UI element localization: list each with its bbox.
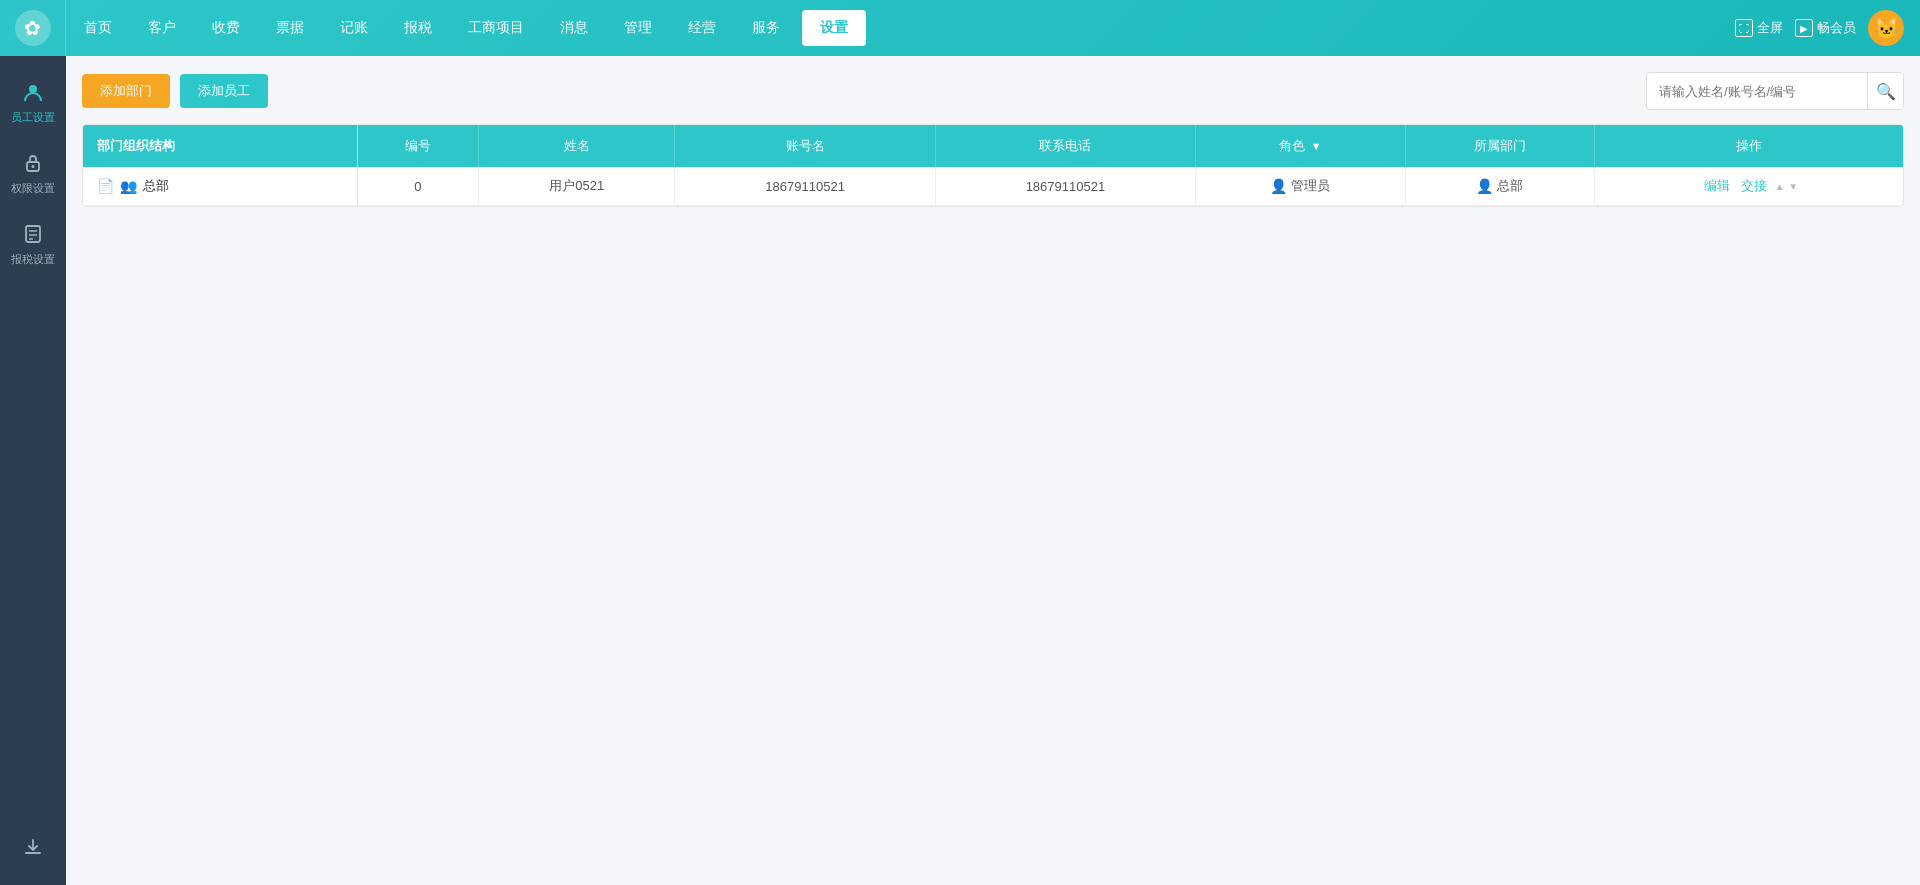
toolbar: 添加部门 添加员工 🔍 [82, 72, 1904, 110]
table-area: 部门组织结构 📄 👥 总部 编号 姓名 账号名 联系电话 [82, 124, 1904, 207]
role-user-icon: 👤 [1270, 178, 1287, 194]
col-ops: 操作 [1594, 125, 1903, 167]
employee-icon [19, 78, 47, 106]
nav-item-消息[interactable]: 消息 [542, 0, 606, 56]
sidebar-item-tax[interactable]: 报税设置 [0, 208, 66, 279]
role-value: 管理员 [1291, 177, 1330, 195]
nav-item-设置[interactable]: 设置 [802, 10, 866, 46]
row-scroll-up[interactable]: ▲ [1775, 181, 1785, 192]
logo-icon: ✿ [15, 10, 51, 46]
sidebar-item-employee[interactable]: 员工设置 [0, 66, 66, 137]
vip-icon: ▶ [1795, 19, 1813, 37]
dept-user-icon2: 👤 [1476, 178, 1493, 194]
nav-item-工商项目[interactable]: 工商项目 [450, 0, 542, 56]
table-header-row: 编号 姓名 账号名 联系电话 角色 ▼ 所属部门 操作 [358, 125, 1903, 167]
nav-item-报税[interactable]: 报税 [386, 0, 450, 56]
logo-area: ✿ [0, 0, 66, 56]
col-name: 姓名 [478, 125, 675, 167]
sidebar-employee-label: 员工设置 [11, 110, 55, 125]
nav-item-经营[interactable]: 经营 [670, 0, 734, 56]
nav-item-管理[interactable]: 管理 [606, 0, 670, 56]
dept-tree-item[interactable]: 📄 👥 总部 [83, 167, 357, 206]
col-role[interactable]: 角色 ▼ [1196, 125, 1406, 167]
download-icon [19, 833, 47, 861]
vip-button[interactable]: ▶ 畅会员 [1795, 19, 1856, 37]
fullscreen-icon: ⛶ [1735, 19, 1753, 37]
svg-point-2 [32, 165, 35, 168]
dept-value: 总部 [1497, 177, 1523, 195]
col-id: 编号 [358, 125, 478, 167]
top-nav: ✿ 首页客户收费票据记账报税工商项目消息管理经营服务设置 ⛶ 全屏 ▶ 畅会员 … [0, 0, 1920, 56]
logo-leaf: ✿ [24, 16, 41, 40]
sidebar-bottom [0, 821, 66, 873]
col-phone: 联系电话 [935, 125, 1195, 167]
nav-item-收费[interactable]: 收费 [194, 0, 258, 56]
employee-table: 编号 姓名 账号名 联系电话 角色 ▼ 所属部门 操作 0 用户0521 18 [358, 125, 1903, 206]
cell-account: 18679110521 [675, 167, 935, 206]
col-dept: 所属部门 [1405, 125, 1594, 167]
sidebar: 员工设置 权限设置 报税设置 [0, 56, 66, 885]
svg-point-0 [29, 85, 37, 93]
search-button[interactable]: 🔍 [1867, 73, 1903, 109]
dept-tree: 部门组织结构 📄 👥 总部 [83, 125, 358, 206]
vip-label: 畅会员 [1817, 19, 1856, 37]
add-employee-button[interactable]: 添加员工 [180, 74, 268, 108]
cell-id: 0 [358, 167, 478, 206]
nav-item-服务[interactable]: 服务 [734, 0, 798, 56]
col-account: 账号名 [675, 125, 935, 167]
nav-item-首页[interactable]: 首页 [66, 0, 130, 56]
cell-dept: 👤 总部 [1405, 167, 1594, 206]
add-dept-button[interactable]: 添加部门 [82, 74, 170, 108]
nav-item-记账[interactable]: 记账 [322, 0, 386, 56]
cell-role: 👤 管理员 [1196, 167, 1406, 206]
sidebar-item-permission[interactable]: 权限设置 [0, 137, 66, 208]
nav-right: ⛶ 全屏 ▶ 畅会员 🐱 [1735, 10, 1920, 46]
cell-name: 用户0521 [478, 167, 675, 206]
nav-items: 首页客户收费票据记账报税工商项目消息管理经营服务设置 [66, 0, 1735, 56]
table-row: 0 用户0521 18679110521 18679110521 👤 管理员 👤… [358, 167, 1903, 206]
dept-name: 总部 [143, 177, 169, 195]
op-交接[interactable]: 交接 [1741, 178, 1767, 193]
op-编辑[interactable]: 编辑 [1704, 178, 1730, 193]
tax-icon [19, 220, 47, 248]
user-avatar[interactable]: 🐱 [1868, 10, 1904, 46]
permission-icon [19, 149, 47, 177]
nav-item-票据[interactable]: 票据 [258, 0, 322, 56]
fullscreen-button[interactable]: ⛶ 全屏 [1735, 19, 1783, 37]
sidebar-tax-label: 报税设置 [11, 252, 55, 267]
search-input[interactable] [1647, 77, 1867, 106]
fullscreen-label: 全屏 [1757, 19, 1783, 37]
dept-tree-header: 部门组织结构 [83, 125, 357, 167]
cell-ops: 编辑 交接 ▲ ▼ [1594, 167, 1903, 206]
role-filter-icon: ▼ [1311, 140, 1322, 152]
sidebar-permission-label: 权限设置 [11, 181, 55, 196]
sidebar-download-button[interactable] [0, 821, 66, 873]
search-icon: 🔍 [1876, 82, 1896, 101]
nav-item-客户[interactable]: 客户 [130, 0, 194, 56]
dept-file-icon: 📄 [97, 178, 114, 194]
row-scroll-down[interactable]: ▼ [1788, 181, 1798, 192]
dept-user-icon: 👥 [120, 178, 137, 194]
content-area: 添加部门 添加员工 🔍 部门组织结构 📄 👥 总部 [66, 56, 1920, 885]
main-layout: 员工设置 权限设置 报税设置 [0, 56, 1920, 885]
cell-phone: 18679110521 [935, 167, 1195, 206]
search-box: 🔍 [1646, 72, 1904, 110]
